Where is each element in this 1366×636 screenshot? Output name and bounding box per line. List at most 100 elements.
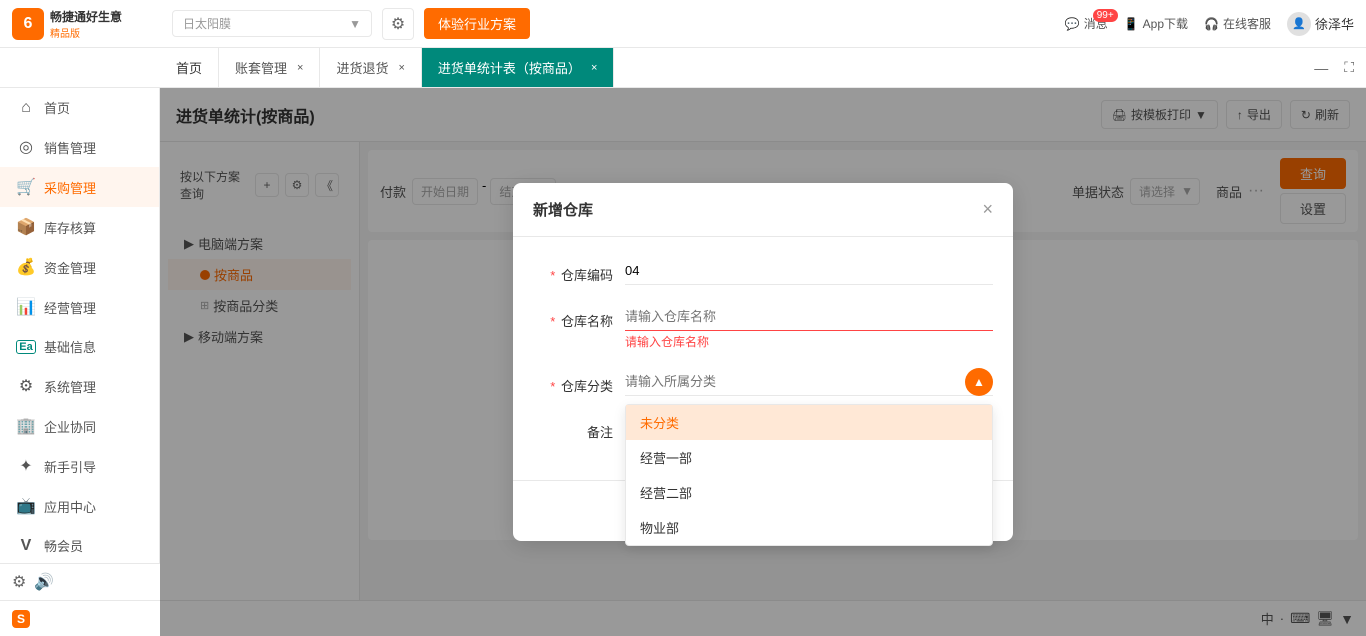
user-avatar: 👤 [1287,12,1311,36]
category-label: * 仓库分类 [533,368,613,395]
modal-new-warehouse: 新增仓库 × * 仓库编码 [513,183,1013,541]
sidebar-item-sales[interactable]: ◎ 销售管理 [0,127,159,167]
form-row-code: * 仓库编码 [533,257,993,285]
app-label: App下载 [1143,15,1188,32]
sidebar-item-home[interactable]: ⌂ 首页 [0,88,159,127]
trial-button[interactable]: 体验行业方案 [424,8,530,39]
sales-icon: ◎ [16,137,36,157]
search-dropdown-icon: ▼ [349,17,361,31]
message-icon: 💬 [1065,17,1080,31]
modal-overlay: 新增仓库 × * 仓库编码 [160,88,1366,636]
category-dropdown-arrow[interactable]: ▲ [965,368,993,396]
tab-purchase-stats[interactable]: 进货单统计表（按商品） × [422,48,614,87]
sidebar-vip-label: 畅会员 [44,536,83,555]
sidebar-system-label: 系统管理 [44,377,96,396]
purchase-stats-tab-label: 进货单统计表（按商品） [438,58,581,77]
gear-button[interactable]: ⚙ [382,8,414,40]
operations-icon: 📊 [16,297,36,317]
sidebar-inventory-label: 库存核算 [44,218,96,237]
purchase-stats-tab-close[interactable]: × [591,62,597,74]
header-right: 💬 消息 99+ 📱 App下载 🎧 在线客服 👤 徐泽华 [1065,12,1354,36]
message-badge: 99+ [1093,9,1118,22]
tab-home[interactable]: 首页 [160,48,219,87]
dropdown-item-dept2[interactable]: 经营二部 [626,475,992,510]
dropdown-item-property[interactable]: 物业部 [626,510,992,545]
tab-purchase-return[interactable]: 进货退货 × [320,48,421,87]
category-dropdown-list: 未分类 经营一部 经营二部 物业部 [625,404,993,546]
main-layout: ⌂ 首页 ◎ 销售管理 🛒 采购管理 📦 库存核算 💰 资金管理 📊 经营管理 … [0,88,1366,636]
basics-icon: Ea [16,340,36,354]
name-input[interactable] [625,303,993,331]
sidebar-bottom-bar: ⚙ 🔊 [0,563,160,600]
sidebar-item-newbie[interactable]: ✦ 新手引导 [0,446,159,486]
enterprise-icon: 🏢 [16,416,36,436]
newbie-icon: ✦ [16,456,36,476]
sidebar-item-appcenter[interactable]: 📺 应用中心 [0,486,159,526]
sidebar-item-basics[interactable]: Ea 基础信息 [0,327,159,366]
form-row-name: * 仓库名称 请输入仓库名称 [533,303,993,350]
sidebar-newbie-label: 新手引导 [44,457,96,476]
nav-tab-right: — ⛶ [1302,48,1366,87]
sidebar-purchase-label: 采购管理 [44,178,96,197]
content-area: 进货单统计(按商品) 🖨 按模板打印 ▼ ↑ 导出 ↻ 刷新 [160,88,1366,636]
username-label: 徐泽华 [1315,14,1354,33]
sidebar-item-purchase[interactable]: 🛒 采购管理 [0,167,159,207]
app-download-item[interactable]: 📱 App下载 [1124,15,1188,32]
system-icon: ⚙ [16,376,36,396]
sidebar-speaker-icon[interactable]: 🔊 [34,572,54,592]
code-control [625,257,993,285]
inventory-icon: 📦 [16,217,36,237]
accounts-tab-close[interactable]: × [297,62,303,74]
message-item[interactable]: 💬 消息 99+ [1065,15,1108,32]
service-item[interactable]: 🎧 在线客服 [1204,15,1271,32]
category-dropdown-wrap: ▲ 未分类 经营一部 经营二部 物业部 [625,368,993,396]
s-logo: S [12,610,30,628]
headset-icon: 🎧 [1204,17,1219,31]
sidebar-operations-label: 经营管理 [44,298,96,317]
tab-maximize-icon[interactable]: ⛶ [1340,55,1358,80]
sidebar-basics-label: 基础信息 [44,337,96,356]
sidebar-settings-icon[interactable]: ⚙ [12,572,26,592]
logo-text: 畅捷通好生意 精品版 [50,8,122,40]
sidebar-item-enterprise[interactable]: 🏢 企业协同 [0,406,159,446]
sidebar: ⌂ 首页 ◎ 销售管理 🛒 采购管理 📦 库存核算 💰 资金管理 📊 经营管理 … [0,88,160,636]
name-control: 请输入仓库名称 [625,303,993,350]
service-label: 在线客服 [1223,15,1271,32]
sidebar-item-operations[interactable]: 📊 经营管理 [0,287,159,327]
modal-header: 新增仓库 × [513,183,1013,237]
name-error-msg: 请输入仓库名称 [625,333,993,350]
sidebar-item-vip[interactable]: V 畅会员 [0,526,159,565]
category-input[interactable] [625,368,993,396]
sidebar-enterprise-label: 企业协同 [44,417,96,436]
tab-minimize-icon[interactable]: — [1310,56,1332,80]
sidebar-finance-label: 资金管理 [44,258,96,277]
sidebar-home-label: 首页 [44,98,70,117]
sidebar-item-finance[interactable]: 💰 资金管理 [0,247,159,287]
code-input[interactable] [625,257,993,285]
user-item[interactable]: 👤 徐泽华 [1287,12,1354,36]
sidebar-item-system[interactable]: ⚙ 系统管理 [0,366,159,406]
top-header: 6 畅捷通好生意 精品版 日太阳膜 ▼ ⚙ 体验行业方案 💬 消息 99+ 📱 … [0,0,1366,48]
sidebar-sales-label: 销售管理 [44,138,96,157]
tab-accounts[interactable]: 账套管理 × [219,48,320,87]
sidebar-appcenter-label: 应用中心 [44,497,96,516]
search-area[interactable]: 日太阳膜 ▼ [172,10,372,37]
modal-close-button[interactable]: × [982,199,993,220]
accounts-tab-label: 账套管理 [235,58,287,77]
remark-label: 备注 [533,414,613,441]
logo-area: 6 畅捷通好生意 精品版 [12,8,162,40]
search-text: 日太阳膜 [183,15,231,32]
purchase-icon: 🛒 [16,177,36,197]
code-label: * 仓库编码 [533,257,613,284]
home-icon: ⌂ [16,99,36,117]
dropdown-item-unclassified[interactable]: 未分类 [626,405,992,440]
logo-icon: 6 [12,8,44,40]
sidebar-item-inventory[interactable]: 📦 库存核算 [0,207,159,247]
bottom-left: S [12,610,30,628]
vip-icon: V [16,537,36,555]
purchase-return-tab-label: 进货退货 [336,58,388,77]
dropdown-item-dept1[interactable]: 经营一部 [626,440,992,475]
form-row-category: * 仓库分类 ▲ 未分类 经营一部 经营二部 物业部 [533,368,993,396]
purchase-return-tab-close[interactable]: × [398,62,404,74]
nav-tabs: 首页 账套管理 × 进货退货 × 进货单统计表（按商品） × — ⛶ [0,48,1366,88]
